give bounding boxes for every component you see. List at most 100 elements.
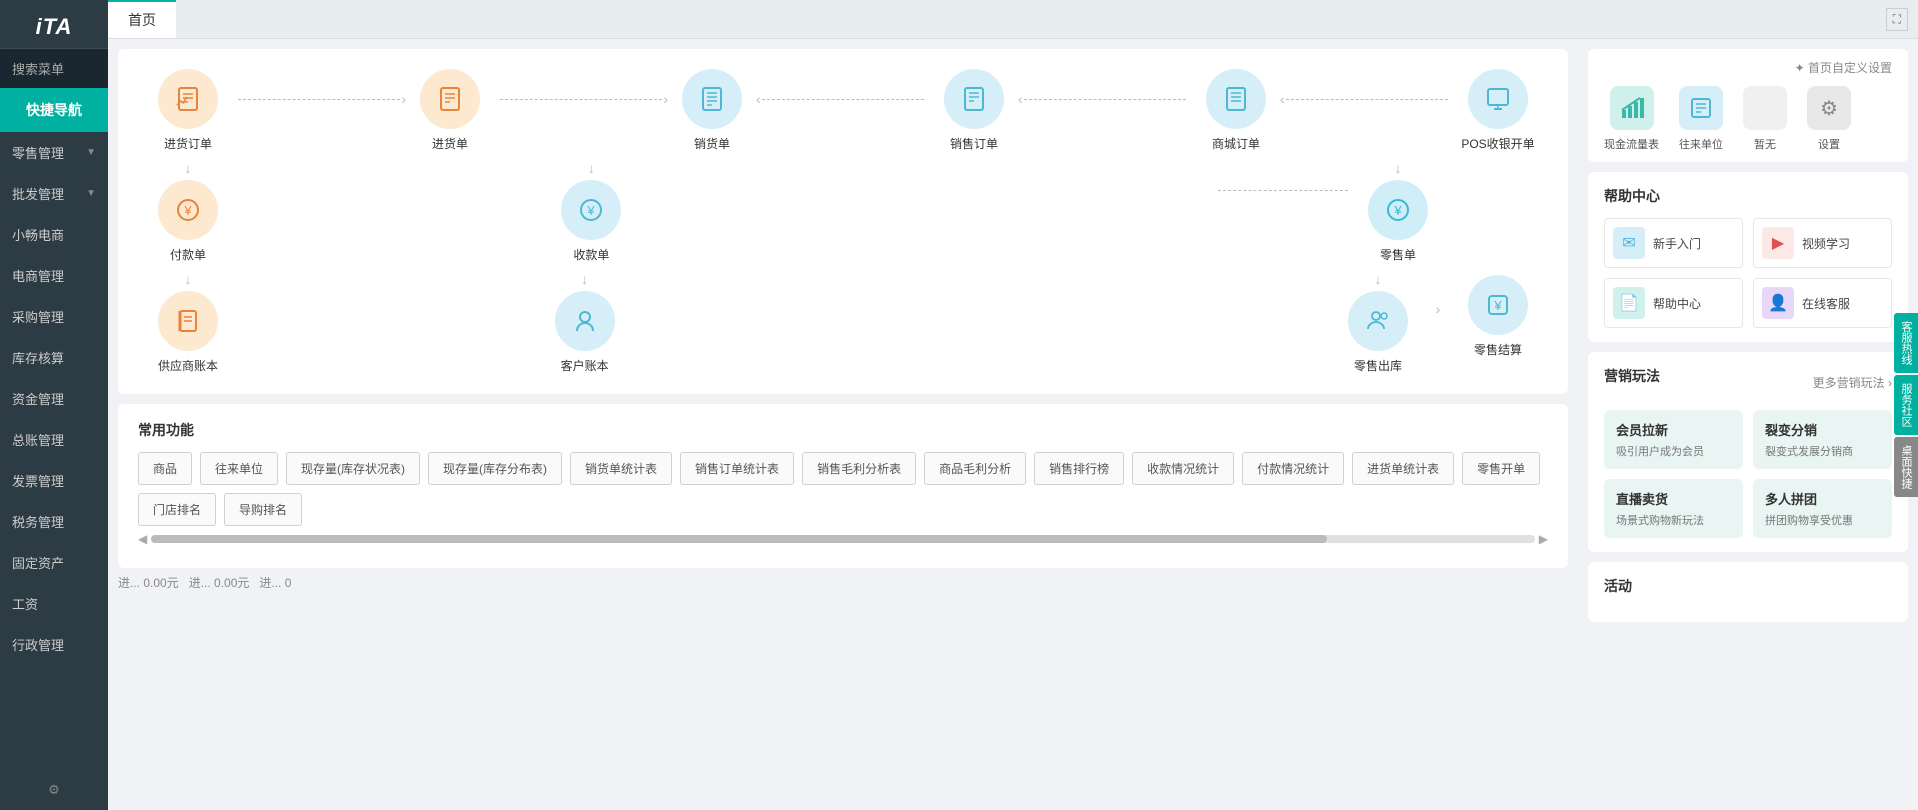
tab-bar: 首页 ⛶	[108, 0, 1918, 39]
quick-icon-settings[interactable]: ⚙ 设置	[1807, 86, 1851, 152]
quick-icon-empty: 暂无	[1743, 86, 1787, 152]
left-panel: 进货订单 › 进货单 ›	[108, 39, 1578, 810]
tab-home[interactable]: 首页	[108, 0, 176, 38]
flow-node-mall-order[interactable]: 商城订单	[1186, 69, 1286, 152]
marketing-card-group[interactable]: 多人拼团 拼团购物享受优惠	[1753, 479, 1892, 538]
pos-icon	[1468, 69, 1528, 129]
sales-order-icon	[944, 69, 1004, 129]
beginner-icon: ✉	[1613, 227, 1645, 259]
flow-node-sales[interactable]: 销货单	[662, 69, 762, 152]
marketing-card-live[interactable]: 直播卖货 场景式购物新玩法	[1604, 479, 1743, 538]
sidebar-item-tax[interactable]: 税务管理	[0, 501, 108, 542]
sidebar-item-invoice[interactable]: 发票管理	[0, 460, 108, 501]
func-btn-retail-order[interactable]: 零售开单	[1462, 452, 1540, 485]
svg-text:¥: ¥	[1393, 203, 1402, 218]
float-btn-community[interactable]: 服务社区	[1894, 375, 1918, 435]
float-btn-desktop[interactable]: 桌面快捷	[1894, 437, 1918, 497]
scroll-right-arrow[interactable]: ▶	[1539, 532, 1548, 546]
sidebar-item-salary[interactable]: 工资	[0, 583, 108, 624]
fission-card-title: 裂变分销	[1765, 420, 1880, 439]
retail-outbound-icon	[1348, 291, 1408, 351]
flow-node-purchase-order[interactable]: 进货订单	[138, 69, 238, 152]
payment-label: 付款单	[170, 246, 206, 263]
sidebar-item-purchase[interactable]: 采购管理	[0, 296, 108, 337]
pos-label: POS收银开单	[1461, 135, 1534, 152]
sidebar-item-admin[interactable]: 行政管理	[0, 624, 108, 665]
help-grid: ✉ 新手入门 ▶ 视频学习 📄 帮助中心 👤 在线客服	[1604, 218, 1892, 328]
func-btn-goods[interactable]: 商品	[138, 452, 192, 485]
activity-section: 活动	[1588, 562, 1908, 622]
flow-node-customer-book[interactable]: 客户账本	[535, 291, 635, 374]
func-btn-partners[interactable]: 往来单位	[200, 452, 278, 485]
helpcenter-label: 帮助中心	[1653, 295, 1701, 312]
scrollbar: ◀ ▶	[138, 526, 1548, 552]
sidebar-item-wholesale[interactable]: 批发管理 ▼	[0, 173, 108, 214]
receipt-label: 收款单	[573, 246, 609, 263]
content-area: 进货订单 › 进货单 ›	[108, 39, 1918, 810]
svg-text:¥: ¥	[587, 203, 596, 218]
chevron-icon: ▼	[86, 147, 96, 158]
marketing-title: 营销玩法	[1604, 366, 1660, 386]
marketing-card-member[interactable]: 会员拉新 吸引用户成为会员	[1604, 410, 1743, 469]
func-btn-goods-profit[interactable]: 商品毛利分析	[924, 452, 1026, 485]
flow-node-receipt[interactable]: ¥ 收款单	[541, 180, 641, 263]
func-btn-purchase-stats[interactable]: 进货单统计表	[1352, 452, 1454, 485]
flow-node-purchase[interactable]: 进货单	[400, 69, 500, 152]
scroll-left-arrow[interactable]: ◀	[138, 532, 147, 546]
sidebar-item-fixed-assets[interactable]: 固定资产	[0, 542, 108, 583]
sidebar-item-inventory[interactable]: 库存核算	[0, 337, 108, 378]
scroll-track[interactable]	[151, 535, 1535, 543]
bottom-stats: 进... 0.00元 进... 0.00元 进... 0	[118, 568, 1568, 597]
flow-node-retail-outbound[interactable]: 零售出库	[1328, 291, 1428, 374]
func-btn-sales-stats[interactable]: 销货单统计表	[570, 452, 672, 485]
quick-icon-cashflow[interactable]: 现金流量表	[1604, 86, 1659, 152]
func-btn-sales-rank[interactable]: 销售排行榜	[1034, 452, 1124, 485]
sidebar-item-retail[interactable]: 零售管理 ▼	[0, 132, 108, 173]
quick-icon-partners[interactable]: 往来单位	[1679, 86, 1723, 152]
retail-order-icon: ¥	[1368, 180, 1428, 240]
func-btn-store-rank[interactable]: 门店排名	[138, 493, 216, 526]
customer-book-icon	[555, 291, 615, 351]
flow-node-retail-settlement[interactable]: ¥ 零售结算	[1448, 275, 1548, 358]
flow-node-sales-order[interactable]: 销售订单	[924, 69, 1024, 152]
quick-access: ✦ 首页自定义设置 现金流量表 往来单位	[1588, 49, 1908, 162]
supplier-book-icon	[158, 291, 218, 351]
flow-node-retail-order[interactable]: ¥ 零售单	[1348, 180, 1448, 263]
live-card-sub: 场景式购物新玩法	[1616, 512, 1731, 528]
float-btn-service[interactable]: 客服热线	[1894, 313, 1918, 373]
sales-icon	[682, 69, 742, 129]
search-menu[interactable]: 搜索菜单	[0, 49, 108, 88]
help-item-helpcenter[interactable]: 📄 帮助中心	[1604, 278, 1743, 328]
retail-settlement-icon: ¥	[1468, 275, 1528, 335]
flow-node-supplier-book[interactable]: 供应商账本	[138, 291, 238, 374]
more-marketing-link[interactable]: 更多营销玩法 ›	[1813, 374, 1892, 391]
video-icon: ▶	[1762, 227, 1794, 259]
sidebar-item-ecommerce-mini[interactable]: 小畅电商	[0, 214, 108, 255]
quick-nav-item[interactable]: 快捷导航	[0, 88, 108, 132]
purchase-order-icon	[158, 69, 218, 129]
func-btn-inventory-dist[interactable]: 现存量(库存分布表)	[428, 452, 562, 485]
func-btn-payment-stats[interactable]: 付款情况统计	[1242, 452, 1344, 485]
help-item-beginner[interactable]: ✉ 新手入门	[1604, 218, 1743, 268]
help-item-video[interactable]: ▶ 视频学习	[1753, 218, 1892, 268]
help-item-online-service[interactable]: 👤 在线客服	[1753, 278, 1892, 328]
sidebar-item-finance[interactable]: 资金管理	[0, 378, 108, 419]
func-btn-inventory-status[interactable]: 现存量(库存状况表)	[286, 452, 420, 485]
flow-node-payment[interactable]: ¥ 付款单	[138, 180, 238, 263]
func-btn-sales-order-stats[interactable]: 销售订单统计表	[680, 452, 794, 485]
func-btn-receipt-stats[interactable]: 收款情况统计	[1132, 452, 1234, 485]
settings-icon[interactable]: ⚙	[0, 770, 108, 810]
sidebar-item-ledger[interactable]: 总账管理	[0, 419, 108, 460]
customize-settings[interactable]: ✦ 首页自定义设置	[1604, 59, 1892, 76]
func-btn-sales-profit[interactable]: 销售毛利分析表	[802, 452, 916, 485]
group-card-sub: 拼团购物享受优惠	[1765, 512, 1880, 528]
payment-icon: ¥	[158, 180, 218, 240]
svg-text:¥: ¥	[1493, 298, 1502, 313]
func-btn-guide-rank[interactable]: 导购排名	[224, 493, 302, 526]
fullscreen-button[interactable]: ⛶	[1886, 8, 1908, 31]
flow-node-pos[interactable]: POS收银开单	[1448, 69, 1548, 152]
purchase-label: 进货单	[432, 135, 468, 152]
marketing-card-fission[interactable]: 裂变分销 裂变式发展分销商	[1753, 410, 1892, 469]
helpcenter-icon: 📄	[1613, 287, 1645, 319]
sidebar-item-ecommerce-mgmt[interactable]: 电商管理	[0, 255, 108, 296]
